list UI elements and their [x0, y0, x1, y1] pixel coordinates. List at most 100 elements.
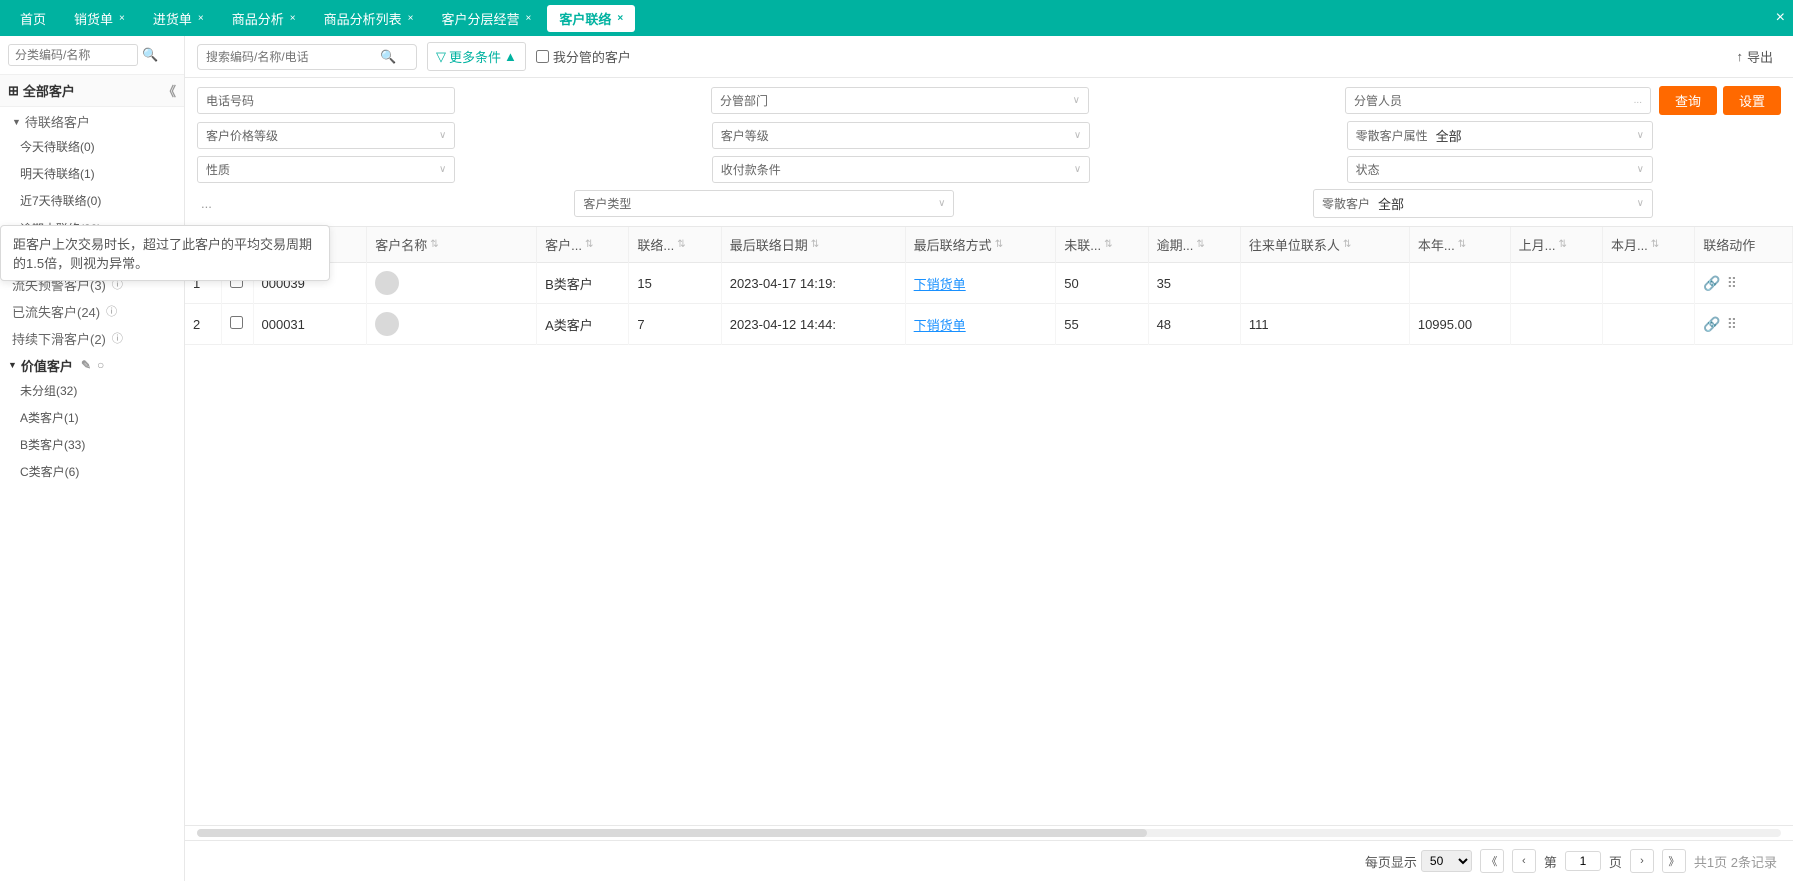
- contact-method-link[interactable]: 下销货单: [914, 318, 966, 333]
- row-last-contact-date: 2023-04-17 14:19:: [721, 263, 905, 304]
- person-filter[interactable]: 分管人员 ...: [1345, 87, 1651, 114]
- tab-sales[interactable]: 销货单 ×: [62, 5, 137, 32]
- page-size-select[interactable]: 50 100 200: [1421, 850, 1472, 872]
- sidebar-item-today-pending[interactable]: 今天待联络(0): [0, 134, 184, 161]
- sort-date-icon[interactable]: ⇅: [811, 239, 819, 250]
- price-grade-filter[interactable]: 客户价格等级 ∨: [197, 122, 455, 149]
- prev-page-button[interactable]: ‹: [1512, 849, 1536, 873]
- tab-customer-tier[interactable]: 客户分层经营 ×: [429, 5, 543, 32]
- sidebar-item-tomorrow-pending[interactable]: 明天待联络(1): [0, 161, 184, 188]
- sidebar-item-a-class[interactable]: A类客户(1): [0, 405, 184, 432]
- horizontal-scrollbar[interactable]: [185, 825, 1793, 840]
- col-last-contact-date[interactable]: 最后联络日期⇅: [721, 227, 905, 263]
- close-analysis-tab[interactable]: ×: [290, 13, 296, 24]
- row-index: 2: [185, 304, 221, 345]
- phone-filter[interactable]: 电话号码: [197, 87, 455, 114]
- tab-customer-contact[interactable]: 客户联络 ×: [547, 5, 635, 32]
- retail-customer-filter[interactable]: 零散客户 全部 ∨: [1313, 189, 1653, 218]
- col-overdue[interactable]: 逾期...⇅: [1148, 227, 1240, 263]
- pending-group-header[interactable]: ▼ 待联络客户: [0, 107, 184, 134]
- gender-filter[interactable]: 性质 ∨: [197, 156, 455, 183]
- sort-this-month-icon[interactable]: ⇅: [1651, 239, 1659, 250]
- col-name[interactable]: 客户名称⇅: [367, 227, 537, 263]
- tooltip-text: 距客户上次交易时长，超过了此客户的平均交易周期的1.5倍，则视为异常。: [185, 237, 312, 271]
- payment-filter[interactable]: 收付款条件 ∨: [712, 156, 1091, 183]
- filter-row-3: 性质 ∨ 收付款条件 ∨ 状态 ∨: [197, 156, 1781, 183]
- row-actions: 🔗 ⠿: [1695, 263, 1793, 304]
- query-button[interactable]: 查询: [1659, 86, 1717, 115]
- row-overdue: 35: [1148, 263, 1240, 304]
- close-customer-tier-tab[interactable]: ×: [525, 13, 531, 24]
- tab-purchase[interactable]: 进货单 ×: [141, 5, 216, 32]
- my-customers-checkbox-area[interactable]: 我分管的客户: [536, 47, 631, 66]
- col-category[interactable]: 客户...⇅: [537, 227, 629, 263]
- search-bar[interactable]: 🔍: [197, 44, 417, 70]
- row-pending: 50: [1056, 263, 1148, 304]
- more-action-icon[interactable]: ⠿: [1727, 316, 1737, 333]
- window-close-button[interactable]: ×: [1776, 9, 1785, 27]
- search-input[interactable]: [206, 50, 376, 64]
- link-action-icon[interactable]: 🔗: [1703, 275, 1720, 292]
- col-this-month[interactable]: 本月...⇅: [1602, 227, 1694, 263]
- tab-analysis[interactable]: 商品分析 ×: [220, 5, 308, 32]
- sort-overdue-icon[interactable]: ⇅: [1196, 239, 1204, 250]
- sort-year-icon[interactable]: ⇅: [1458, 239, 1466, 250]
- dept-filter[interactable]: 分管部门 ∨: [711, 87, 1089, 114]
- col-unit-contact[interactable]: 往来单位联系人⇅: [1240, 227, 1409, 263]
- my-customers-checkbox[interactable]: [536, 50, 549, 63]
- dept-dropdown-icon: ∨: [1073, 95, 1080, 106]
- sidebar-search-input[interactable]: [8, 44, 138, 66]
- export-button[interactable]: ↑ 导出: [1728, 43, 1781, 70]
- tab-analysis-list[interactable]: 商品分析列表 ×: [312, 5, 426, 32]
- status-filter[interactable]: 状态 ∨: [1347, 156, 1653, 183]
- close-sales-tab[interactable]: ×: [119, 13, 125, 24]
- sort-pending-icon[interactable]: ⇅: [1104, 239, 1112, 250]
- customer-type-filter[interactable]: 客户类型 ∨: [574, 190, 954, 217]
- value-group-check-icon[interactable]: ○: [97, 358, 104, 372]
- sidebar-search-icon[interactable]: 🔍: [142, 47, 158, 63]
- sidebar-collapse-button[interactable]: 《: [163, 81, 176, 100]
- col-this-year[interactable]: 本年...⇅: [1409, 227, 1510, 263]
- sort-unit-icon[interactable]: ⇅: [1343, 239, 1351, 250]
- payment-icon: ∨: [1074, 164, 1081, 175]
- sidebar-item-c-class[interactable]: C类客户(6): [0, 459, 184, 486]
- value-group-edit-icon[interactable]: ✎: [81, 358, 91, 372]
- col-pending[interactable]: 未联...⇅: [1056, 227, 1148, 263]
- row-contact: 7: [629, 304, 721, 345]
- customer-grade-filter[interactable]: 客户等级 ∨: [712, 122, 1091, 149]
- scrollbar-track[interactable]: [197, 829, 1781, 837]
- sort-contact-icon[interactable]: ⇅: [677, 239, 685, 250]
- close-analysis-list-tab[interactable]: ×: [408, 13, 414, 24]
- page-number-input[interactable]: [1565, 851, 1601, 871]
- close-purchase-tab[interactable]: ×: [198, 13, 204, 24]
- row-checkbox-1[interactable]: [230, 316, 243, 329]
- sort-category-icon[interactable]: ⇅: [585, 239, 593, 250]
- contact-method-link[interactable]: 下销货单: [914, 277, 966, 292]
- sort-method-icon[interactable]: ⇅: [995, 239, 1003, 250]
- col-last-month[interactable]: 上月...⇅: [1510, 227, 1602, 263]
- tab-home[interactable]: 首页: [8, 5, 58, 32]
- sidebar-item-b-class[interactable]: B类客户(33): [0, 432, 184, 459]
- sidebar-item-ungroup[interactable]: 未分组(32): [0, 378, 184, 405]
- more-dots-btn[interactable]: ...: [197, 196, 216, 211]
- col-contact[interactable]: 联络...⇅: [629, 227, 721, 263]
- retail-attr-filter[interactable]: 零散客户属性 全部 ∨: [1347, 121, 1653, 150]
- last-page-button[interactable]: 》: [1662, 849, 1686, 873]
- more-action-icon[interactable]: ⠿: [1727, 275, 1737, 292]
- link-action-icon[interactable]: 🔗: [1703, 316, 1720, 333]
- close-customer-contact-tab[interactable]: ×: [617, 13, 623, 24]
- settings-button[interactable]: 设置: [1723, 86, 1781, 115]
- sort-last-month-icon[interactable]: ⇅: [1558, 239, 1566, 250]
- sort-name-icon[interactable]: ⇅: [430, 239, 438, 250]
- sidebar-item-7days-pending[interactable]: 近7天待联络(0): [0, 188, 184, 215]
- churned-item[interactable]: 已流失客户(24) ⓘ: [0, 297, 184, 324]
- content-area: 🔍 ▽ 更多条件 ▲ 我分管的客户 ↑ 导出 电话号码: [185, 36, 1793, 881]
- scrollbar-thumb[interactable]: [197, 829, 1147, 837]
- declining-item[interactable]: 持续下滑客户(2) ⓘ: [0, 324, 184, 351]
- all-customers-header[interactable]: ⊞ 全部客户 《: [0, 75, 184, 107]
- more-conditions-button[interactable]: ▽ 更多条件 ▲: [427, 42, 526, 71]
- next-page-button[interactable]: ›: [1630, 849, 1654, 873]
- col-last-contact-method[interactable]: 最后联络方式⇅: [905, 227, 1056, 263]
- first-page-button[interactable]: 《: [1480, 849, 1504, 873]
- value-group-header[interactable]: ▼ 价值客户 ✎ ○: [0, 351, 184, 378]
